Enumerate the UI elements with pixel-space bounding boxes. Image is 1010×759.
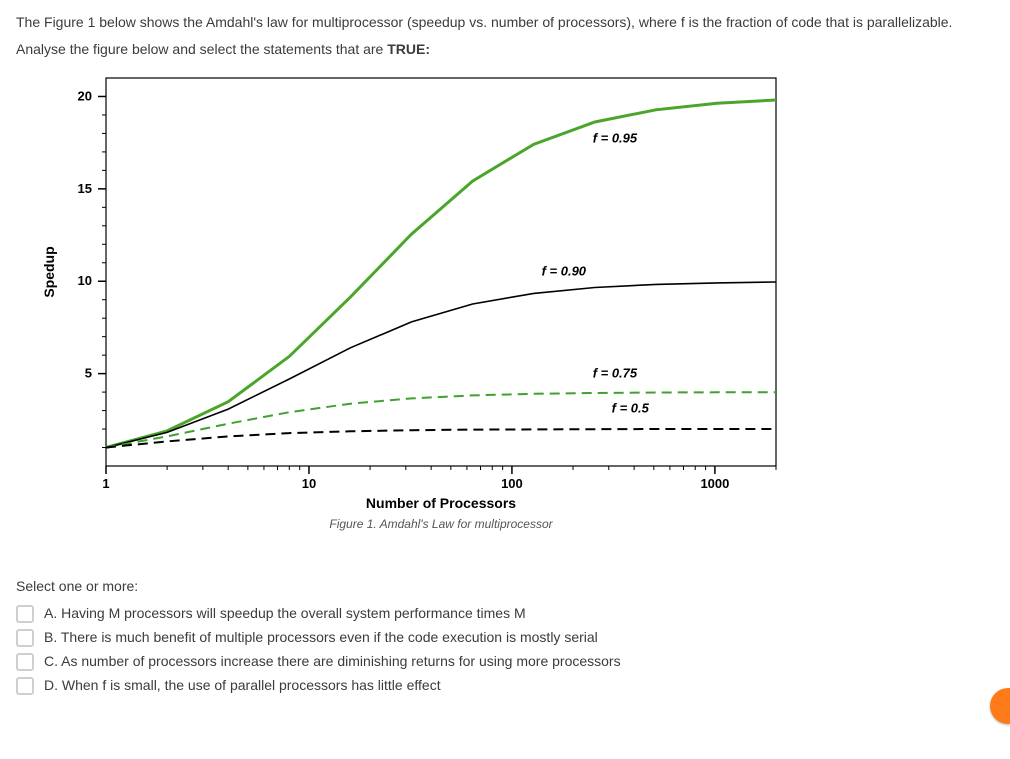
checkbox-a[interactable]: [16, 605, 34, 623]
series-label: f = 0.5: [612, 400, 650, 415]
option-label-a: A. Having M processors will speedup the …: [44, 603, 526, 624]
select-prompt: Select one or more:: [16, 576, 994, 597]
x-tick-label: 1: [102, 476, 109, 491]
x-tick-label: 10: [302, 476, 316, 491]
option-row-c: C. As number of processors increase ther…: [16, 651, 994, 672]
checkbox-b[interactable]: [16, 629, 34, 647]
option-label-d: D. When f is small, the use of parallel …: [44, 675, 441, 696]
x-axis-label: Number of Processors: [366, 495, 516, 511]
option-row-b: B. There is much benefit of multiple pro…: [16, 627, 994, 648]
option-label-c: C. As number of processors increase ther…: [44, 651, 621, 672]
x-tick-label: 1000: [700, 476, 729, 491]
series-line: [106, 282, 776, 448]
question-line-2-pre: Analyse the figure below and select the …: [16, 41, 387, 57]
series-line: [106, 392, 776, 447]
figure-container: 5 10 15 20 1 10 100 1000 f = 0.95 f = 0.90 f = 0.7…: [16, 66, 994, 536]
series-line: [106, 100, 776, 448]
question-line-2: Analyse the figure below and select the …: [16, 39, 994, 60]
figure-caption: Figure 1. Amdahl's Law for multiprocesso…: [329, 517, 553, 531]
question-line-1: The Figure 1 below shows the Amdahl's la…: [16, 12, 994, 33]
y-tick-label: 15: [78, 181, 92, 196]
y-tick-label: 10: [78, 273, 92, 288]
option-row-a: A. Having M processors will speedup the …: [16, 603, 994, 624]
option-row-d: D. When f is small, the use of parallel …: [16, 675, 994, 696]
series-label: f = 0.95: [593, 131, 638, 146]
checkbox-c[interactable]: [16, 653, 34, 671]
checkbox-d[interactable]: [16, 677, 34, 695]
question-line-2-strong: TRUE:: [387, 41, 430, 57]
chart-frame: [106, 78, 776, 466]
amdahl-chart: 5 10 15 20 1 10 100 1000 f = 0.95 f = 0.90 f = 0.7…: [16, 66, 796, 536]
x-tick-label: 100: [501, 476, 523, 491]
y-axis-label: Spedup: [41, 246, 57, 297]
option-label-b: B. There is much benefit of multiple pro…: [44, 627, 598, 648]
series-label: f = 0.75: [593, 365, 638, 380]
y-tick-label: 20: [78, 88, 92, 103]
series-label: f = 0.90: [542, 264, 587, 279]
series-line: [106, 429, 776, 448]
options-list: A. Having M processors will speedup the …: [16, 603, 994, 696]
y-tick-label: 5: [85, 366, 92, 381]
